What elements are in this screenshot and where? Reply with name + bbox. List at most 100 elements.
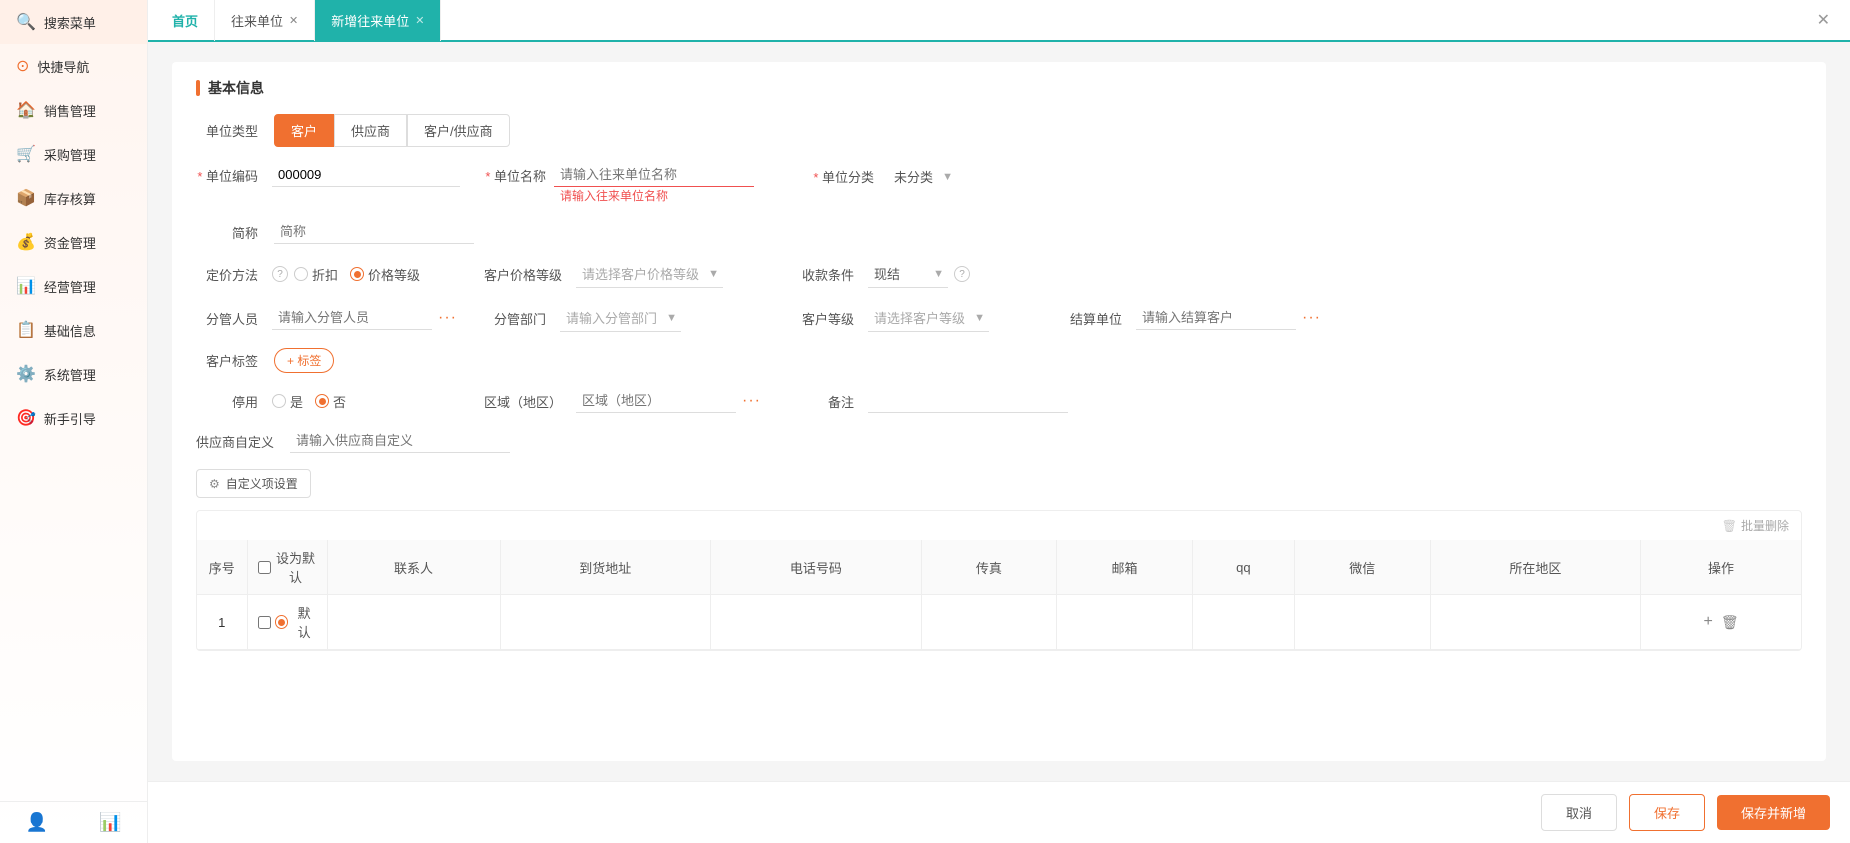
sidebar-item-label: 资金管理 (44, 233, 96, 252)
customer-level-placeholder: 请选择客户等级 (868, 304, 989, 332)
abbreviation-label: 简称 (196, 223, 266, 242)
pricing-method-label: 定价方法 (196, 265, 266, 284)
gear-icon: ⚙️ (16, 364, 36, 384)
department-placeholder: 请输入分管部门 (560, 304, 681, 332)
pricing-price-level-radio[interactable]: 价格等级 (350, 265, 420, 284)
col-qq: qq (1192, 540, 1294, 595)
sidebar-item-purchase[interactable]: 🛒 采购管理 (0, 132, 147, 176)
disabled-group: 停用 是 否 (196, 392, 476, 411)
select-all-checkbox[interactable] (258, 561, 271, 574)
customer-level-wrapper[interactable]: 请选择客户等级 ▼ (868, 304, 989, 332)
remarks-input[interactable] (868, 389, 1068, 413)
tab-new-partner-close[interactable]: ✕ (415, 14, 424, 27)
disabled-no-radio[interactable]: 否 (315, 392, 346, 411)
pricing-discount-radio[interactable]: 折扣 (294, 265, 338, 284)
row-checkbox[interactable] (258, 616, 271, 629)
unit-type-customer-btn[interactable]: 客户 (274, 114, 334, 147)
cancel-button[interactable]: 取消 (1541, 794, 1617, 831)
cell-region (1430, 595, 1641, 650)
manager-more-icon[interactable]: ··· (438, 309, 457, 327)
save-button[interactable]: 保存 (1629, 794, 1705, 831)
pricing-row: 定价方法 ? 折扣 价格等级 客户价格等级 (196, 260, 1802, 288)
pricing-help-icon[interactable]: ? (272, 266, 288, 282)
tab-partners[interactable]: 往来单位 ✕ (215, 0, 315, 41)
sidebar-stats-btn[interactable]: 📊 (74, 802, 148, 843)
department-group: 分管部门 请输入分管部门 ▼ (484, 304, 784, 332)
customer-price-level-label: 客户价格等级 (484, 265, 570, 284)
sidebar-item-label: 搜索菜单 (44, 13, 96, 32)
sidebar-item-operations[interactable]: 📊 经营管理 (0, 264, 147, 308)
add-tag-btn[interactable]: + 标签 (274, 348, 334, 373)
row-delete-btn[interactable]: 🗑 (1721, 614, 1739, 631)
customer-level-label: 客户等级 (792, 309, 862, 328)
supplier-custom-input[interactable] (290, 429, 510, 453)
contact-table-section: 🗑 批量删除 序号 设为默认 联系人 (196, 510, 1802, 651)
abbreviation-input[interactable] (274, 220, 474, 244)
payment-terms-label: 收款条件 (792, 265, 862, 284)
customer-price-level-wrapper[interactable]: 请选择客户价格等级 ▼ (576, 260, 723, 288)
disabled-row: 停用 是 否 区域（地区） (196, 389, 1802, 413)
unit-type-both-btn[interactable]: 客户/供应商 (407, 114, 510, 147)
region-more-icon[interactable]: ··· (742, 392, 761, 410)
payment-terms-help-icon[interactable]: ? (954, 266, 970, 282)
unit-code-group: 单位编码 (196, 163, 476, 187)
disabled-label: 停用 (196, 392, 266, 411)
pricing-price-level-circle (350, 267, 364, 281)
col-seq: 序号 (197, 540, 247, 595)
custom-settings-btn[interactable]: ⚙ 自定义项设置 (196, 469, 311, 498)
cell-default: 默认 (247, 595, 327, 650)
tabs-bar: 首页 往来单位 ✕ 新增往来单位 ✕ ✕ (148, 0, 1850, 42)
sidebar-item-label: 经营管理 (44, 277, 96, 296)
tab-new-partner[interactable]: 新增往来单位 ✕ (315, 0, 441, 41)
region-input[interactable] (576, 389, 736, 413)
manager-input[interactable] (272, 306, 432, 330)
department-wrapper[interactable]: 请输入分管部门 ▼ (560, 304, 681, 332)
settlement-unit-input[interactable] (1136, 306, 1296, 330)
pricing-radio-group: 折扣 价格等级 (294, 265, 420, 284)
tab-partners-close[interactable]: ✕ (289, 14, 298, 27)
settlement-unit-label: 结算单位 (1060, 309, 1130, 328)
customer-price-level-placeholder: 请选择客户价格等级 (576, 260, 723, 288)
batch-delete-label[interactable]: 批量删除 (1741, 517, 1789, 534)
unit-code-input[interactable] (272, 163, 460, 187)
tab-home[interactable]: 首页 (156, 0, 215, 41)
abbreviation-row: 简称 (196, 220, 1802, 244)
customer-price-level-group: 客户价格等级 请选择客户价格等级 ▼ (484, 260, 784, 288)
sidebar-item-finance[interactable]: 💰 资金管理 (0, 220, 147, 264)
tab-home-label: 首页 (172, 11, 198, 30)
sidebar-user-btn[interactable]: 👤 (0, 802, 74, 843)
settlement-unit-more-icon[interactable]: ··· (1302, 309, 1321, 327)
sidebar-item-basic[interactable]: 📋 基础信息 (0, 308, 147, 352)
manager-label: 分管人员 (196, 309, 266, 328)
gear-icon: ⚙ (209, 477, 220, 491)
save-new-button[interactable]: 保存并新增 (1717, 795, 1830, 830)
sidebar-item-system[interactable]: ⚙️ 系统管理 (0, 352, 147, 396)
sidebar-item-label: 快捷导航 (37, 57, 89, 76)
row-default-radio[interactable]: 默认 (275, 603, 317, 641)
row-add-btn[interactable]: + (1703, 613, 1712, 631)
unit-type-label: 单位类型 (196, 121, 266, 140)
unit-type-buttons: 客户 供应商 客户/供应商 (274, 114, 510, 147)
sidebar-item-inventory[interactable]: 📦 库存核算 (0, 176, 147, 220)
customer-level-group: 客户等级 请选择客户等级 ▼ (792, 304, 1052, 332)
section-title-text: 基本信息 (208, 78, 264, 98)
sidebar-item-sales[interactable]: 🏠 销售管理 (0, 88, 147, 132)
sidebar-item-quicknav[interactable]: ⊙ 快捷导航 (0, 44, 147, 88)
cell-phone (711, 595, 922, 650)
sidebar-item-search[interactable]: 🔍 搜索菜单 (0, 0, 147, 44)
unit-name-label: 单位名称 (484, 166, 554, 185)
payment-terms-wrapper[interactable]: 现结 ▼ (868, 260, 948, 288)
supplier-custom-label: 供应商自定义 (196, 432, 282, 451)
unit-type-supplier-btn[interactable]: 供应商 (334, 114, 407, 147)
disabled-yes-radio[interactable]: 是 (272, 392, 303, 411)
sidebar-item-label: 销售管理 (44, 101, 96, 120)
disabled-yes-label: 是 (290, 392, 303, 411)
pricing-discount-label: 折扣 (312, 265, 338, 284)
table-toolbar: 🗑 批量删除 (197, 511, 1801, 540)
table-header-row: 序号 设为默认 联系人 到货地址 电话号码 传真 邮箱 (197, 540, 1801, 595)
payment-terms-value: 现结 (868, 260, 948, 288)
unit-name-input[interactable] (554, 163, 754, 187)
box-icon: 📦 (16, 188, 36, 208)
tabs-close-all-btn[interactable]: ✕ (1805, 10, 1842, 30)
sidebar-item-newbie[interactable]: 🎯 新手引导 (0, 396, 147, 440)
